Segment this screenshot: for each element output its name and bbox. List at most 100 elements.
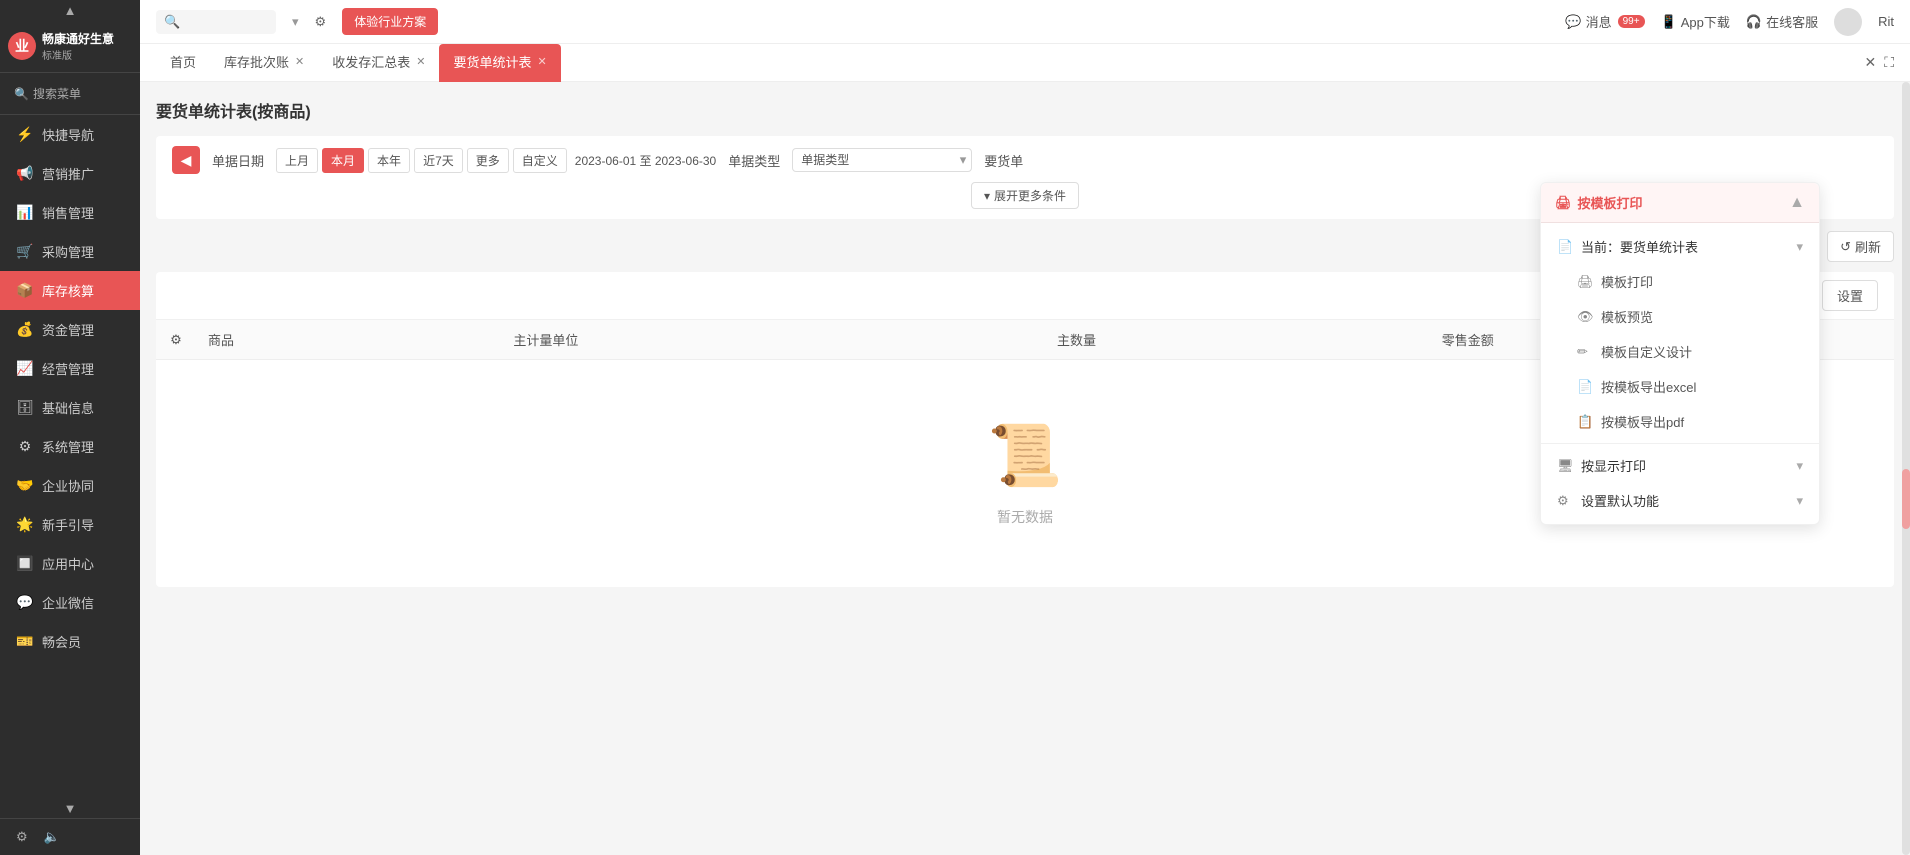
message-badge: 99+: [1618, 15, 1645, 28]
sidebar-item-marketing[interactable]: 📢 营销推广: [0, 154, 140, 193]
apps-icon: 🔲: [16, 555, 34, 572]
sidebar-item-member[interactable]: 🎫 畅会员: [0, 622, 140, 661]
tab-order[interactable]: 要货单统计表 ✕: [439, 44, 560, 82]
sidebar-item-label: 快捷导航: [42, 125, 94, 144]
experience-button[interactable]: 体验行业方案: [342, 8, 438, 35]
sidebar-footer: ⚙ 🔈: [0, 818, 140, 855]
dropdown-current-label: 当前：要货单统计表: [1581, 237, 1698, 256]
date-btn-this-year[interactable]: 本年: [368, 148, 410, 173]
th-unit: 主计量单位: [501, 320, 1045, 360]
message-icon: 💬: [1565, 14, 1581, 30]
print-dropdown-close-btn[interactable]: ▲: [1789, 194, 1805, 212]
date-btn-custom[interactable]: 自定义: [513, 148, 567, 173]
dropdown-template-preview[interactable]: 👁 模板预览: [1541, 299, 1819, 334]
sidebar-item-purchase[interactable]: 🛒 采购管理: [0, 232, 140, 271]
print-dropdown-header: 🖨 按模板打印 ▲: [1541, 183, 1819, 223]
sidebar-item-finance[interactable]: 💰 资金管理: [0, 310, 140, 349]
avatar[interactable]: [1834, 8, 1862, 36]
type-filter-label: 单据类型: [728, 151, 780, 170]
template-design-label: 模板自定义设计: [1601, 342, 1692, 361]
sidebar-item-system[interactable]: ⚙ 系统管理: [0, 427, 140, 466]
tab-batch[interactable]: 库存批次账 ✕: [210, 44, 318, 82]
dropdown-divider-1: [1541, 443, 1819, 444]
sidebar-item-apps[interactable]: 🔲 应用中心: [0, 544, 140, 583]
sidebar-item-inventory[interactable]: 📦 库存核算: [0, 271, 140, 310]
expand-more-btn[interactable]: ▾ 展开更多条件: [971, 182, 1079, 209]
settings-icon[interactable]: ⚙: [16, 829, 28, 845]
tab-batch-close[interactable]: ✕: [295, 55, 304, 68]
dropdown-set-default[interactable]: ⚙ 设置默认功能 ▾: [1541, 483, 1819, 518]
tab-receipts[interactable]: 收发存汇总表 ✕: [318, 44, 439, 82]
settings-button[interactable]: 设置: [1822, 280, 1878, 311]
refresh-btn[interactable]: ↺ 刷新: [1827, 231, 1894, 262]
sidebar-item-operation[interactable]: 📈 经营管理: [0, 349, 140, 388]
logo-subtitle: 标准版: [42, 47, 114, 62]
sound-icon[interactable]: 🔈: [44, 829, 60, 845]
type-filter-wrapper[interactable]: 单据类型 全部 要货单 退货单 ▾: [792, 148, 972, 172]
date-btn-7days[interactable]: 近7天: [414, 148, 463, 173]
expand-window-btn[interactable]: ⛶: [1884, 54, 1894, 71]
expand-icon: ▾: [984, 189, 990, 203]
quick-icon: ⚡: [16, 126, 34, 143]
date-buttons: 上月 本月 本年 近7天 更多 自定义 2023-06-01 至 2023-06…: [276, 148, 716, 173]
sidebar-item-label: 库存核算: [42, 281, 94, 300]
date-btn-this-month[interactable]: 本月: [322, 148, 364, 173]
member-icon: 🎫: [16, 633, 34, 650]
inventory-icon: 📦: [16, 282, 34, 299]
dropdown-template-print[interactable]: 🖨 模板打印: [1541, 264, 1819, 299]
date-filter-label: 单据日期: [212, 151, 264, 170]
main-area: 🔍 ▾ ⚙ 体验行业方案 💬 消息 99+ 📱 App下载 🎧 在线客服 Rit: [140, 0, 1910, 855]
sidebar-item-guide[interactable]: 🌟 新手引导: [0, 505, 140, 544]
tab-order-close[interactable]: ✕: [538, 55, 547, 68]
dropdown-template-excel[interactable]: 📄 按模板导出excel: [1541, 369, 1819, 404]
sidebar-item-label: 营销推广: [42, 164, 94, 183]
filter-row: ◀ 单据日期 上月 本月 本年 近7天 更多 自定义 2023-06-01 至 …: [172, 146, 1878, 174]
sidebar-search-button[interactable]: 🔍 搜索菜单: [8, 81, 132, 106]
th-gear[interactable]: ⚙: [156, 320, 196, 360]
header-gear-icon[interactable]: ⚙: [315, 14, 327, 30]
sidebar-item-wechat[interactable]: 💬 企业微信: [0, 583, 140, 622]
service-icon: 🎧: [1746, 14, 1762, 30]
dropdown-current-left: 📄 当前：要货单统计表: [1557, 237, 1698, 256]
online-service-button[interactable]: 🎧 在线客服: [1746, 12, 1818, 31]
date-range-display: 2023-06-01 至 2023-06-30: [575, 152, 716, 169]
template-pdf-label: 按模板导出pdf: [1601, 412, 1684, 431]
template-preview-icon: 👁: [1577, 309, 1593, 325]
date-btn-last-month[interactable]: 上月: [276, 148, 318, 173]
yaohuo-type-label: 要货单: [984, 151, 1023, 170]
set-default-icon: ⚙: [1557, 493, 1573, 509]
sidebar-item-quick[interactable]: ⚡ 快捷导航: [0, 115, 140, 154]
app-download-button[interactable]: 📱 App下载: [1661, 12, 1730, 31]
date-btn-more[interactable]: 更多: [467, 148, 509, 173]
scrollbar-track[interactable]: [1902, 82, 1910, 855]
sidebar-item-sales[interactable]: 📊 销售管理: [0, 193, 140, 232]
sidebar-item-basic[interactable]: 🗄 基础信息: [0, 388, 140, 427]
sidebar-item-label: 系统管理: [42, 437, 94, 456]
tabs-right: ✕ ⛶: [1864, 54, 1894, 71]
empty-text: 暂无数据: [997, 507, 1053, 527]
messages-button[interactable]: 💬 消息 99+: [1565, 12, 1644, 31]
sidebar-item-collab[interactable]: 🤝 企业协同: [0, 466, 140, 505]
header-search[interactable]: 🔍: [156, 10, 276, 34]
template-preview-label: 模板预览: [1601, 307, 1653, 326]
scrollbar-thumb[interactable]: [1902, 469, 1910, 529]
basic-icon: 🗄: [16, 399, 34, 416]
template-print-label: 模板打印: [1601, 272, 1653, 291]
scroll-down-btn[interactable]: ▼: [0, 798, 140, 818]
header-dropdown-arrow[interactable]: ▾: [292, 14, 299, 30]
dropdown-template-design[interactable]: ✏ 模板自定义设计: [1541, 334, 1819, 369]
tab-receipts-close[interactable]: ✕: [416, 55, 425, 68]
tab-home[interactable]: 首页: [156, 44, 210, 82]
expand-label: 展开更多条件: [994, 187, 1066, 204]
type-filter-select[interactable]: 单据类型 全部 要货单 退货单: [792, 148, 972, 172]
header-search-input[interactable]: [184, 15, 264, 29]
scroll-up-btn[interactable]: ▲: [0, 0, 140, 20]
dropdown-display-print[interactable]: 🖥 按显示打印 ▾: [1541, 448, 1819, 483]
dropdown-template-pdf[interactable]: 📋 按模板导出pdf: [1541, 404, 1819, 439]
template-excel-icon: 📄: [1577, 379, 1593, 395]
date-collapse-btn[interactable]: ◀: [172, 146, 200, 174]
header-search-icon: 🔍: [164, 14, 180, 30]
print-dropdown: 🖨 按模板打印 ▲ 📄 当前：要货单统计表 ▾ 🖨 模板打印: [1540, 182, 1820, 525]
dropdown-current-item[interactable]: 📄 当前：要货单统计表 ▾: [1541, 229, 1819, 264]
close-window-btn[interactable]: ✕: [1864, 54, 1876, 71]
